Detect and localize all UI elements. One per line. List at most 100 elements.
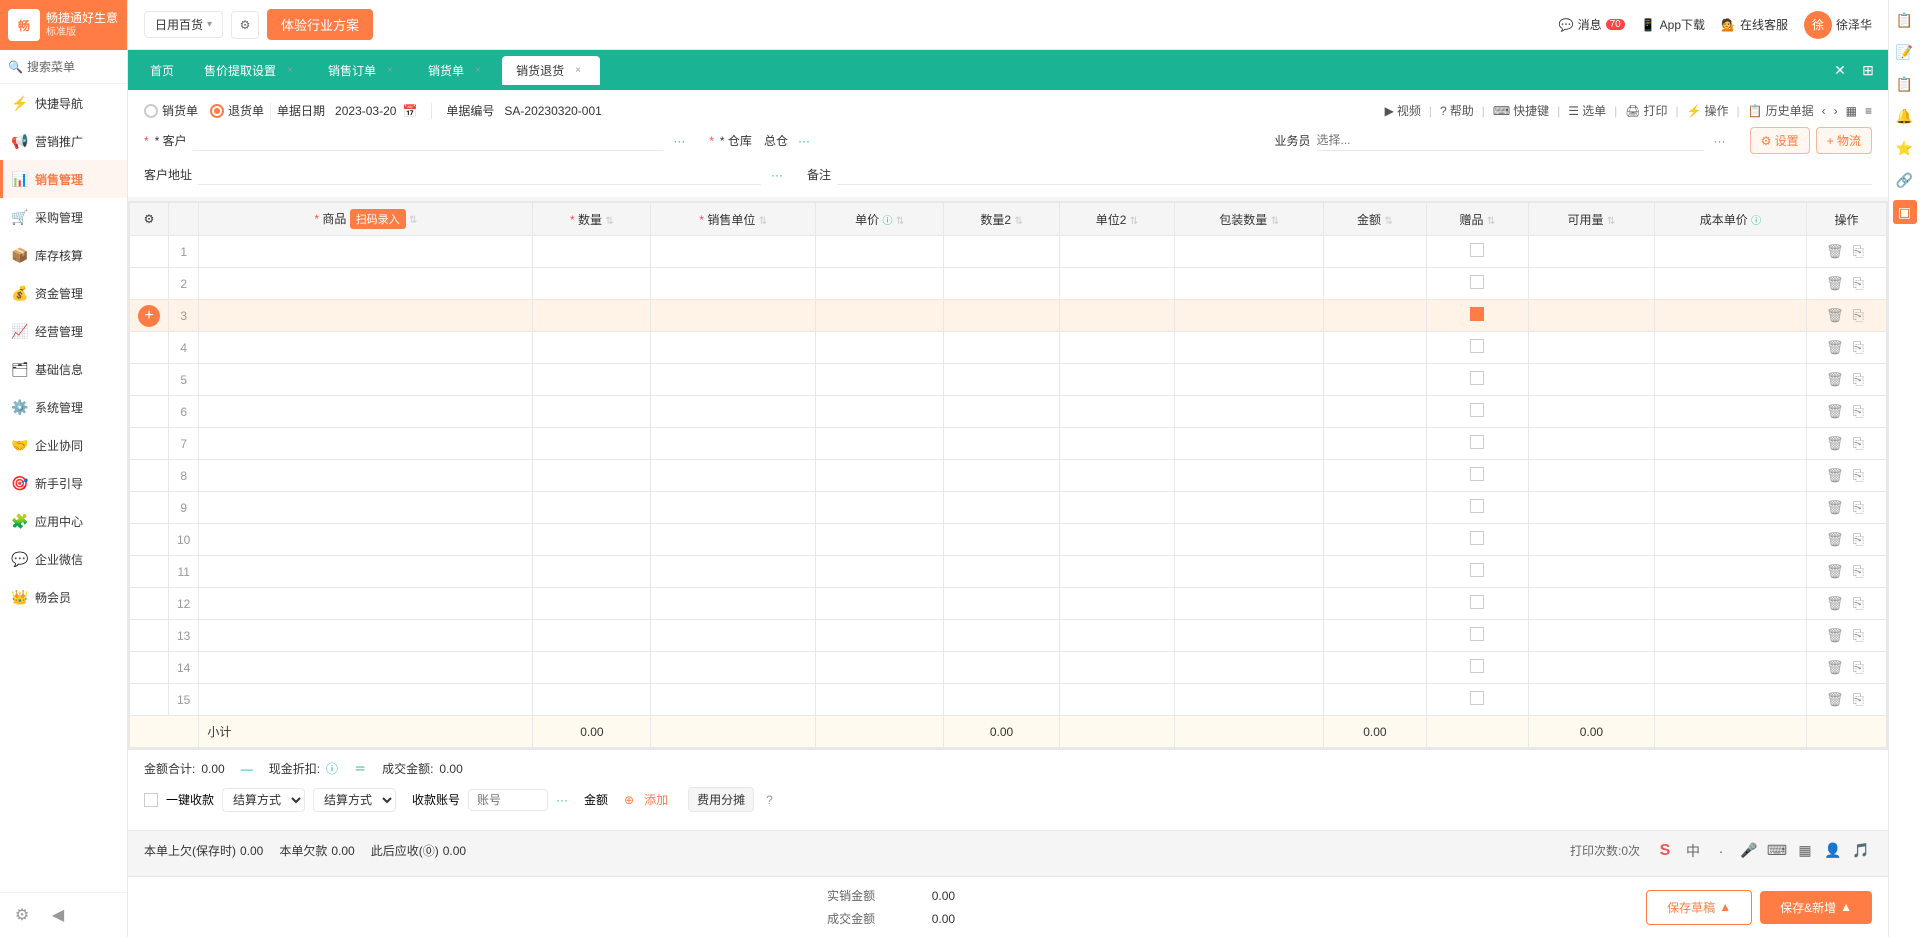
delete-row-btn[interactable]: 🗑 bbox=[1825, 690, 1845, 710]
add-row-btn[interactable]: + bbox=[138, 305, 160, 327]
tab-sales-order[interactable]: 销售订单 × bbox=[314, 56, 412, 85]
music-status-icon[interactable]: 🎵 bbox=[1850, 840, 1872, 862]
bank-account-input[interactable] bbox=[468, 789, 548, 811]
copy-row-btn[interactable]: ⎘ bbox=[1848, 370, 1868, 390]
view-list-icon[interactable]: ≡ bbox=[1865, 104, 1872, 118]
person-status-icon[interactable]: 👤 bbox=[1822, 840, 1844, 862]
row-gift-cell[interactable] bbox=[1426, 556, 1528, 588]
sidebar-item-member[interactable]: 👑 畅会员 bbox=[0, 578, 127, 616]
fee-split-btn[interactable]: 费用分摊 bbox=[688, 787, 754, 812]
row-gift-cell[interactable] bbox=[1426, 364, 1528, 396]
warehouse-ellipsis[interactable]: ··· bbox=[798, 134, 810, 148]
expand-icon[interactable]: ⊞ bbox=[1856, 58, 1880, 82]
sidebar-item-apps[interactable]: 🧩 应用中心 bbox=[0, 502, 127, 540]
row-gift-cell[interactable] bbox=[1426, 684, 1528, 716]
tab-price-settings[interactable]: 售价提取设置 × bbox=[190, 56, 312, 85]
gift-checkbox[interactable] bbox=[1470, 531, 1484, 545]
calculate-method-select[interactable]: 结算方式 bbox=[313, 788, 396, 812]
sidebar-item-purchase[interactable]: 🛒 采购管理 bbox=[0, 198, 127, 236]
right-panel-docs-icon[interactable]: 📋 bbox=[1893, 8, 1917, 32]
copy-row-btn[interactable]: ⎘ bbox=[1848, 658, 1868, 678]
fee-info-icon[interactable]: ? bbox=[766, 793, 773, 807]
delete-row-btn[interactable]: 🗑 bbox=[1825, 562, 1845, 582]
right-panel-active-icon[interactable]: ▣ bbox=[1893, 200, 1917, 224]
online-service-btn[interactable]: 💁 在线客服 bbox=[1721, 16, 1788, 33]
row-gift-cell[interactable] bbox=[1426, 236, 1528, 268]
customer-input[interactable] bbox=[193, 130, 664, 151]
copy-row-btn[interactable]: ⎘ bbox=[1848, 498, 1868, 518]
cash-discount-info-icon[interactable]: ⓘ bbox=[326, 760, 338, 777]
address-input[interactable] bbox=[198, 164, 761, 185]
sidebar-item-marketing[interactable]: 📢 营销推广 bbox=[0, 122, 127, 160]
delete-row-btn[interactable]: 🗑 bbox=[1825, 274, 1845, 294]
keyboard-status-icon[interactable]: ⌨ bbox=[1766, 840, 1788, 862]
toolbar-shortcut[interactable]: ⌨ 快捷键 bbox=[1493, 102, 1549, 119]
close-tab-sales-return[interactable]: × bbox=[570, 62, 586, 78]
settings-bottom-icon[interactable]: ⚙ bbox=[8, 901, 36, 929]
radio-sales[interactable]: 销货单 bbox=[144, 102, 198, 119]
gift-checkbox[interactable] bbox=[1470, 435, 1484, 449]
china-icon[interactable]: 中 bbox=[1682, 840, 1704, 862]
staff-input[interactable] bbox=[1317, 130, 1704, 151]
nav-next-icon[interactable]: › bbox=[1834, 104, 1838, 118]
delete-row-btn[interactable]: 🗑 bbox=[1825, 626, 1845, 646]
sidebar-item-base[interactable]: 🗂 基础信息 bbox=[0, 350, 127, 388]
sidebar-item-wechat[interactable]: 💬 企业微信 bbox=[0, 540, 127, 578]
topbar-gear-btn[interactable]: ⚙ bbox=[231, 11, 259, 39]
view-grid-icon[interactable]: ▦ bbox=[1846, 104, 1857, 118]
right-panel-star-icon[interactable]: ⭐ bbox=[1893, 136, 1917, 160]
sort-qty2-icon[interactable]: ⇅ bbox=[1014, 216, 1022, 227]
calendar-icon[interactable]: 📅 bbox=[402, 104, 417, 118]
add-payment-label[interactable]: 添加 bbox=[644, 791, 668, 808]
row-gift-cell[interactable] bbox=[1426, 428, 1528, 460]
sort-qty-icon[interactable]: ⇅ bbox=[605, 216, 613, 227]
delete-row-btn[interactable]: 🗑 bbox=[1825, 338, 1845, 358]
delete-row-btn[interactable]: 🗑 bbox=[1825, 434, 1845, 454]
price-info-icon[interactable]: ⓘ bbox=[882, 216, 892, 227]
row-gift-cell[interactable] bbox=[1426, 460, 1528, 492]
sidebar-item-guide[interactable]: 🎯 新手引导 bbox=[0, 464, 127, 502]
delete-row-btn[interactable]: 🗑 bbox=[1825, 306, 1845, 326]
copy-row-btn[interactable]: ⎘ bbox=[1848, 466, 1868, 486]
sort-available-icon[interactable]: ⇅ bbox=[1607, 216, 1615, 227]
add-payment-btn[interactable]: ⊕ bbox=[624, 793, 634, 807]
delete-row-btn[interactable]: 🗑 bbox=[1825, 498, 1845, 518]
row-gift-cell[interactable] bbox=[1426, 492, 1528, 524]
row-gift-cell[interactable] bbox=[1426, 332, 1528, 364]
save-new-btn[interactable]: 保存&新增 ▲ bbox=[1760, 891, 1872, 924]
sidebar-item-shortcut[interactable]: ⚡ 快捷导航 bbox=[0, 84, 127, 122]
sort-pkg-icon[interactable]: ⇅ bbox=[1271, 216, 1279, 227]
row-gift-cell[interactable] bbox=[1426, 524, 1528, 556]
save-draft-btn[interactable]: 保存草稿 ▲ bbox=[1646, 890, 1752, 925]
gift-checkbox[interactable] bbox=[1470, 339, 1484, 353]
gift-checkbox[interactable] bbox=[1470, 275, 1484, 289]
sidebar-item-enterprise[interactable]: 🤝 企业协同 bbox=[0, 426, 127, 464]
add-logistics-btn[interactable]: + 物流 bbox=[1816, 127, 1872, 154]
copy-row-btn[interactable]: ⎘ bbox=[1848, 690, 1868, 710]
row-gift-cell[interactable] bbox=[1426, 620, 1528, 652]
sort-product-icon[interactable]: ⇅ bbox=[409, 215, 417, 226]
mic-icon[interactable]: 🎤 bbox=[1738, 840, 1760, 862]
delete-row-btn[interactable]: 🗑 bbox=[1825, 370, 1845, 390]
row-gift-cell[interactable] bbox=[1426, 588, 1528, 620]
copy-row-btn[interactable]: ⎘ bbox=[1848, 626, 1868, 646]
sidebar-item-system[interactable]: ⚙️ 系统管理 bbox=[0, 388, 127, 426]
product-input[interactable] bbox=[207, 309, 524, 323]
tab-sales-return[interactable]: 销货退货 × bbox=[502, 56, 600, 85]
row-gift-cell[interactable] bbox=[1426, 268, 1528, 300]
sort-amount-icon[interactable]: ⇅ bbox=[1384, 216, 1392, 227]
gift-checkbox[interactable] bbox=[1470, 403, 1484, 417]
copy-row-btn[interactable]: ⎘ bbox=[1848, 242, 1868, 262]
sidebar-item-sales[interactable]: 📊 销售管理 bbox=[0, 160, 127, 198]
delete-row-btn[interactable]: 🗑 bbox=[1825, 658, 1845, 678]
gift-checkbox[interactable] bbox=[1470, 499, 1484, 513]
delete-row-btn[interactable]: 🗑 bbox=[1825, 402, 1845, 422]
gift-checkbox[interactable] bbox=[1470, 467, 1484, 481]
right-panel-link-icon[interactable]: 🔗 bbox=[1893, 168, 1917, 192]
toolbar-video[interactable]: ▶ 视频 bbox=[1385, 102, 1421, 119]
sort-gift-icon[interactable]: ⇅ bbox=[1487, 216, 1495, 227]
copy-row-btn[interactable]: ⎘ bbox=[1848, 338, 1868, 358]
toolbar-select[interactable]: ☰ 选单 bbox=[1568, 102, 1606, 119]
close-tab-sales-order[interactable]: × bbox=[382, 62, 398, 78]
nav-prev-icon[interactable]: ‹ bbox=[1822, 104, 1826, 118]
